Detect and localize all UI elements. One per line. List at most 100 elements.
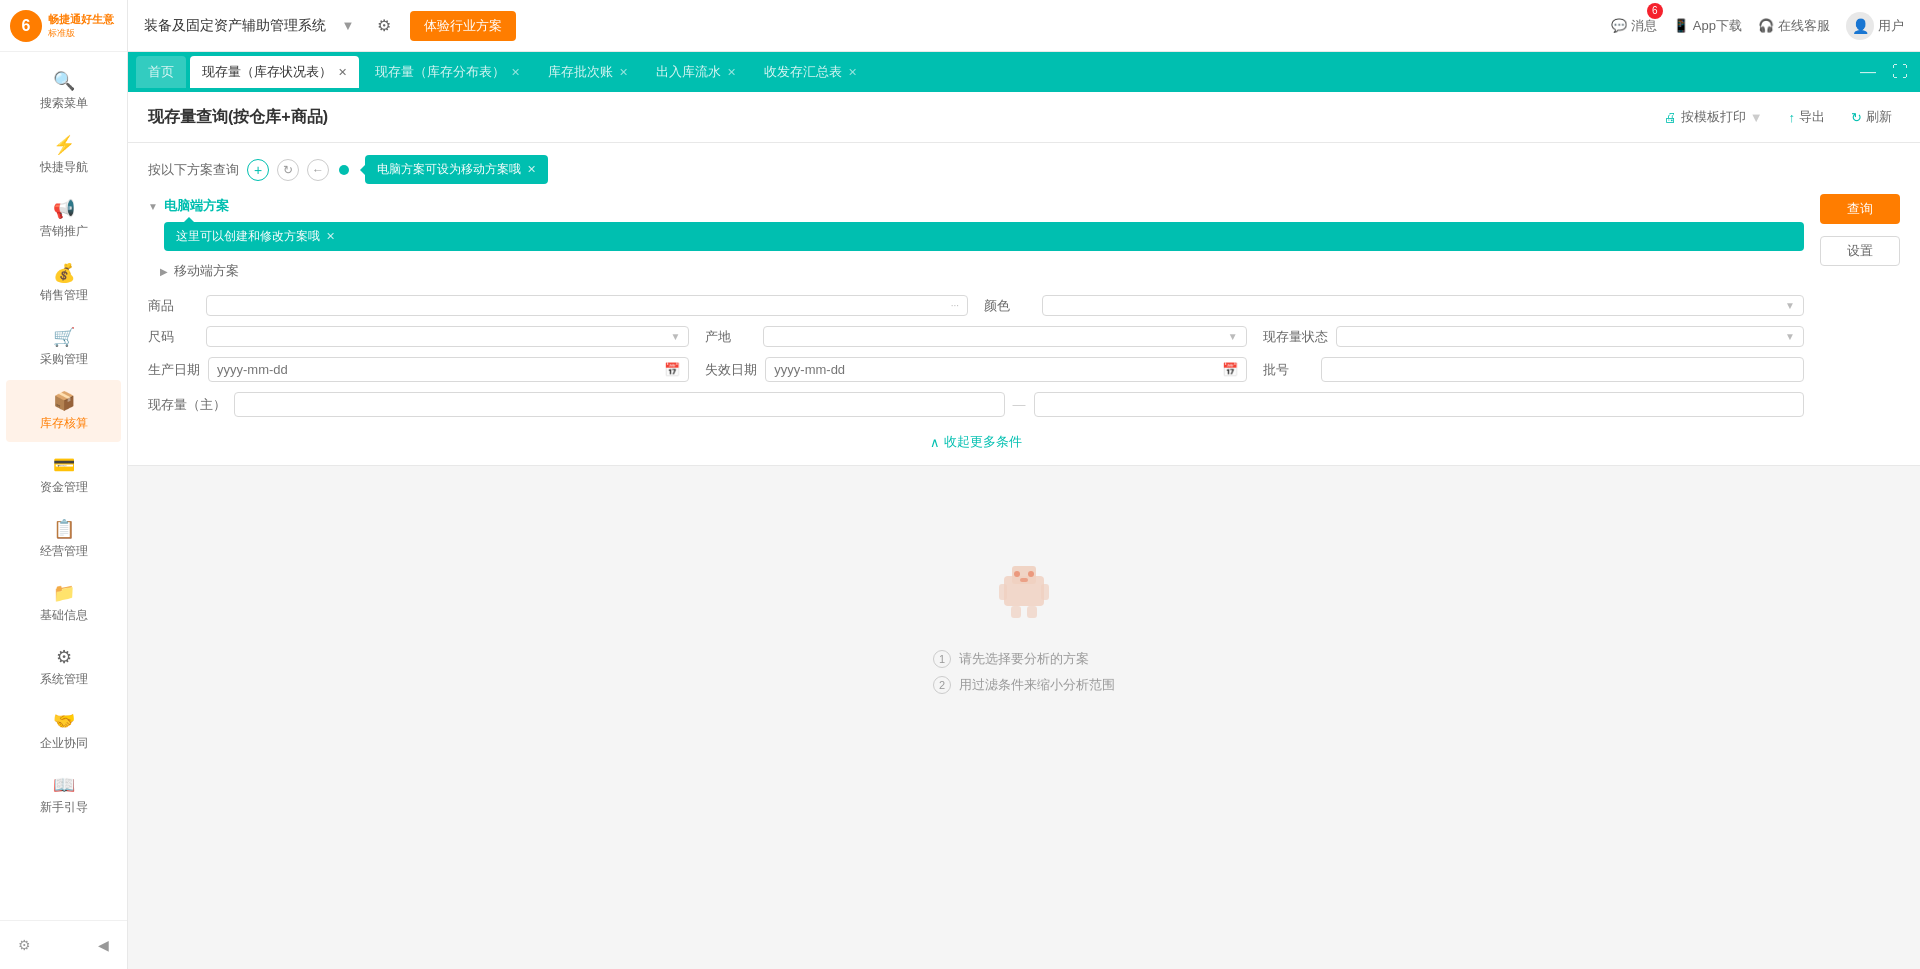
stock-status-select[interactable]: ▼	[1336, 326, 1804, 347]
app-download-btn[interactable]: 📱 App下载	[1673, 17, 1742, 35]
empty-illustration	[984, 546, 1064, 626]
logo-icon: 6	[10, 10, 42, 42]
sidebar-item-system[interactable]: ⚙ 系统管理	[6, 636, 121, 698]
tab-close-inout-flow[interactable]: ✕	[727, 66, 736, 79]
message-btn[interactable]: 💬 消息 6	[1611, 17, 1657, 35]
filter-col-origin: 产地 ▼	[705, 326, 1246, 347]
goods-select[interactable]: ···	[206, 295, 968, 316]
sidebar-settings-btn[interactable]: ⚙	[10, 931, 38, 959]
search-btn[interactable]: 查询	[1820, 194, 1900, 224]
stock-qty-max-input[interactable]	[1034, 392, 1805, 417]
tab-close-receipt-summary[interactable]: ✕	[848, 66, 857, 79]
page-title: 现存量查询(按仓库+商品)	[148, 107, 328, 128]
stock-qty-min-input[interactable]	[234, 392, 1005, 417]
exp-date-input-wrap[interactable]: 📅	[765, 357, 1246, 382]
mfg-date-input[interactable]	[217, 362, 660, 377]
expand-icon-desktop: ▼	[148, 201, 158, 212]
tabs-minimize-btn[interactable]: —	[1856, 60, 1880, 84]
purchase-icon: 🛒	[53, 326, 75, 348]
filter-right: 查询 设置	[1820, 194, 1900, 457]
filter-col-stock-qty: 现存量（主） —	[148, 392, 1804, 417]
refresh-icon: ↻	[1851, 110, 1862, 125]
sidebar-item-purchase[interactable]: 🛒 采购管理	[6, 316, 121, 378]
mfg-date-calendar-icon[interactable]: 📅	[664, 362, 680, 377]
sidebar-item-inventory[interactable]: 📦 库存核算	[6, 380, 121, 442]
batch-input[interactable]	[1321, 357, 1804, 382]
sidebar-item-operations[interactable]: 📋 经营管理	[6, 508, 121, 570]
sales-icon: 💰	[53, 262, 75, 284]
tab-close-batch-account[interactable]: ✕	[619, 66, 628, 79]
filter-refresh-btn[interactable]: ↻	[277, 159, 299, 181]
scheme-tooltip-close[interactable]: ✕	[527, 163, 536, 176]
page-content: 现存量查询(按仓库+商品) 🖨 按模板打印 ▼ ↑ 导出 ↻ 刷新	[128, 92, 1920, 969]
print-btn[interactable]: 🖨 按模板打印 ▼	[1656, 104, 1771, 130]
tab-batch-account[interactable]: 库存批次账 ✕	[536, 56, 640, 88]
size-select[interactable]: ▼	[206, 326, 689, 347]
filter-col-batch: 批号	[1263, 357, 1804, 382]
search-icon: 🔍	[53, 70, 75, 92]
tabs-maximize-btn[interactable]: ⛶	[1888, 60, 1912, 84]
tab-inout-flow[interactable]: 出入库流水 ✕	[644, 56, 748, 88]
sidebar-item-basic[interactable]: 📁 基础信息	[6, 572, 121, 634]
sidebar-item-guide[interactable]: 📖 新手引导	[6, 764, 121, 826]
print-icon: 🖨	[1664, 110, 1677, 125]
filter-left: ▼ 电脑端方案 这里可以创建和修改方案哦 ✕ ▶ 移动端方案	[148, 194, 1804, 457]
filter-back-btn[interactable]: ←	[307, 159, 329, 181]
expand-icon-mobile: ▶	[160, 266, 168, 277]
scheme-item-desktop[interactable]: ▼ 电脑端方案	[148, 194, 1804, 218]
empty-tips: 1 请先选择要分析的方案 2 用过滤条件来缩小分析范围	[933, 646, 1115, 698]
reset-btn[interactable]: 设置	[1820, 236, 1900, 266]
goods-label: 商品	[148, 297, 198, 315]
sidebar-item-enterprise[interactable]: 🤝 企业协同	[6, 700, 121, 762]
color-select[interactable]: ▼	[1042, 295, 1804, 316]
tab-inventory-dist[interactable]: 现存量（库存分布表） ✕	[363, 56, 532, 88]
system-dropdown-btn[interactable]: ▼	[338, 16, 358, 36]
export-btn[interactable]: ↑ 导出	[1781, 104, 1834, 130]
filter-row-3: 生产日期 📅 失效日期 📅	[148, 357, 1804, 382]
sidebar-item-search[interactable]: 🔍 搜索菜单	[6, 60, 121, 122]
tab-receipt-summary[interactable]: 收发存汇总表 ✕	[752, 56, 869, 88]
collapse-btn[interactable]: ∧ 收起更多条件	[148, 427, 1804, 457]
sidebar-collapse-btn[interactable]: ◀	[89, 931, 117, 959]
mfg-date-label: 生产日期	[148, 361, 200, 379]
filter-col-exp-date: 失效日期 📅	[705, 357, 1246, 382]
scheme-tooltip: 电脑方案可设为移动方案哦 ✕	[365, 155, 548, 184]
stock-status-dropdown-icon: ▼	[1785, 331, 1795, 342]
message-icon: 💬	[1611, 18, 1627, 33]
tab-home[interactable]: 首页	[136, 56, 186, 88]
header-settings-btn[interactable]: ⚙	[370, 12, 398, 40]
basic-icon: 📁	[53, 582, 75, 604]
exp-date-calendar-icon[interactable]: 📅	[1222, 362, 1238, 377]
trial-btn[interactable]: 体验行业方案	[410, 11, 516, 41]
origin-select[interactable]: ▼	[763, 326, 1246, 347]
svg-rect-8	[1027, 606, 1037, 618]
filter-label: 按以下方案查询	[148, 161, 239, 179]
filter-rows: 商品 ··· 颜色 ▼	[148, 295, 1804, 417]
message-badge: 6	[1647, 3, 1663, 19]
tab-close-inventory-dist[interactable]: ✕	[511, 66, 520, 79]
header-right: 💬 消息 6 📱 App下载 🎧 在线客服 👤 用户	[1611, 12, 1904, 40]
sidebar-item-finance[interactable]: 💳 资金管理	[6, 444, 121, 506]
origin-dropdown-icon: ▼	[1228, 331, 1238, 342]
edit-tooltip-close[interactable]: ✕	[326, 230, 335, 243]
tabs-bar: 首页 现存量（库存状况表） ✕ 现存量（库存分布表） ✕ 库存批次账 ✕ 出入库…	[128, 52, 1920, 92]
export-icon: ↑	[1789, 110, 1796, 125]
sidebar-item-sales[interactable]: 💰 销售管理	[6, 252, 121, 314]
sidebar-menu: 🔍 搜索菜单 ⚡ 快捷导航 📢 营销推广 💰 销售管理 🛒 采购管理 📦 库存核…	[0, 52, 127, 920]
refresh-btn[interactable]: ↻ 刷新	[1843, 104, 1900, 130]
size-label: 尺码	[148, 328, 198, 346]
user-menu-btn[interactable]: 👤 用户	[1846, 12, 1904, 40]
finance-icon: 💳	[53, 454, 75, 476]
scheme-item-mobile[interactable]: ▶ 移动端方案	[148, 259, 1804, 283]
tab-inventory-status[interactable]: 现存量（库存状况表） ✕	[190, 56, 359, 88]
logo-area: 6 畅捷通好生意 标准版	[0, 0, 127, 52]
sidebar-item-quicknav[interactable]: ⚡ 快捷导航	[6, 124, 121, 186]
marketing-icon: 📢	[53, 198, 75, 220]
online-support-btn[interactable]: 🎧 在线客服	[1758, 17, 1830, 35]
mfg-date-input-wrap[interactable]: 📅	[208, 357, 689, 382]
tab-close-inventory-status[interactable]: ✕	[338, 66, 347, 79]
sidebar-item-marketing[interactable]: 📢 营销推广	[6, 188, 121, 250]
empty-tip-1: 1 请先选择要分析的方案	[933, 646, 1115, 672]
filter-add-btn[interactable]: +	[247, 159, 269, 181]
exp-date-input[interactable]	[774, 362, 1217, 377]
